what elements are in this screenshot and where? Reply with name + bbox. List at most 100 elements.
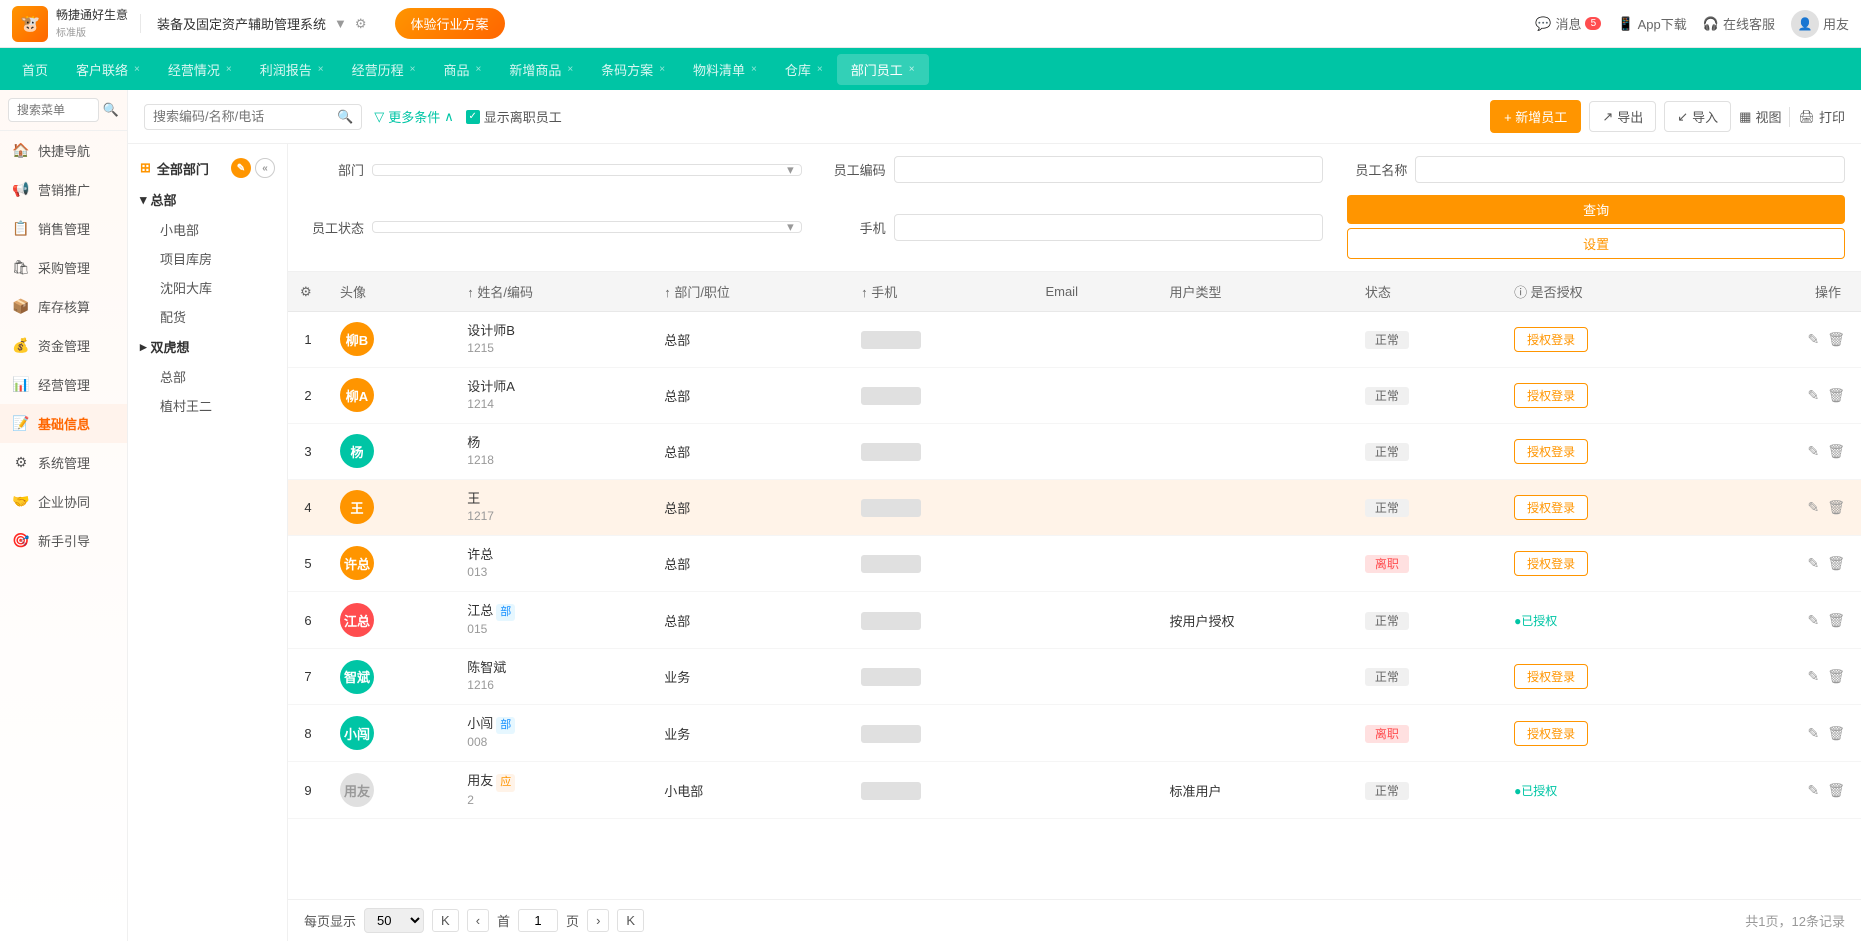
sidebar-item-inventory[interactable]: 📦 库存核算 <box>0 287 127 326</box>
sidebar-item-basic-info[interactable]: 📝 基础信息 <box>0 404 127 443</box>
th-settings[interactable]: ⚙ <box>288 272 328 312</box>
first-page-button[interactable]: K <box>432 909 459 932</box>
tab-bom[interactable]: 物料清单× <box>679 54 771 85</box>
sidebar-item-quicknav[interactable]: 🏠 快捷导航 <box>0 131 127 170</box>
print-button[interactable]: 🖨 打印 <box>1798 107 1845 126</box>
sidebar-item-sales[interactable]: 📋 销售管理 <box>0 209 127 248</box>
delete-icon[interactable]: 🗑 <box>1827 612 1845 629</box>
sidebar-item-collab[interactable]: 🤝 企业协同 <box>0 482 127 521</box>
dept-planting[interactable]: 植村王二 <box>128 391 287 420</box>
delete-icon[interactable]: 🗑 <box>1827 725 1845 742</box>
sidebar-item-guide[interactable]: 🎯 新手引导 <box>0 521 127 560</box>
edit-icon[interactable]: ✎ <box>1807 499 1819 516</box>
th-name[interactable]: ↑ 姓名/编码 <box>455 272 652 312</box>
last-page-button[interactable]: K <box>617 909 644 932</box>
more-conditions-btn[interactable]: ▽ 更多条件 ∧ <box>374 107 454 126</box>
dept-collapse-btn[interactable]: « <box>255 158 275 178</box>
sidebar-item-finance[interactable]: 💰 资金管理 <box>0 326 127 365</box>
dept-tree-general[interactable]: ▾ 总部 <box>128 184 287 215</box>
search-input[interactable] <box>153 109 333 124</box>
delete-icon[interactable]: 🗑 <box>1827 499 1845 516</box>
sidebar-item-marketing[interactable]: 📢 营销推广 <box>0 170 127 209</box>
page-number-input[interactable] <box>518 909 558 932</box>
app-download-item[interactable]: 📱 App下载 <box>1617 14 1686 33</box>
delete-icon[interactable]: 🗑 <box>1827 782 1845 799</box>
th-dept[interactable]: ↑ 部门/职位 <box>652 272 849 312</box>
edit-icon[interactable]: ✎ <box>1807 443 1819 460</box>
delete-icon[interactable]: 🗑 <box>1827 331 1845 348</box>
export-button[interactable]: ↗ 导出 <box>1589 101 1656 132</box>
search-button[interactable]: 查询 <box>1347 195 1845 224</box>
row-dept: 总部 <box>652 367 849 423</box>
th-phone[interactable]: ↑ 手机 <box>849 272 1033 312</box>
tab-home[interactable]: 首页 <box>8 54 62 85</box>
emp-status-select[interactable] <box>372 221 802 233</box>
edit-icon[interactable]: ✎ <box>1807 725 1819 742</box>
tab-dept-emp[interactable]: 部门员工× <box>837 54 929 85</box>
row-auth: 授权登录 <box>1502 423 1717 479</box>
system-dropdown-icon[interactable]: ▼ <box>334 16 347 31</box>
delete-icon[interactable]: 🗑 <box>1827 555 1845 572</box>
tab-customer[interactable]: 客户联络× <box>62 54 154 85</box>
sidebar-item-system[interactable]: ⚙ 系统管理 <box>0 443 127 482</box>
auth-button[interactable]: 授权登录 <box>1514 495 1588 520</box>
row-ops: ✎ 🗑 <box>1717 423 1861 479</box>
search-wrap: 🔍 <box>144 104 362 130</box>
tab-goods[interactable]: 商品× <box>429 54 495 85</box>
tab-warehouse[interactable]: 仓库× <box>771 54 837 85</box>
auth-button[interactable]: 授权登录 <box>1514 721 1588 746</box>
import-icon: ↙ <box>1677 109 1688 125</box>
set-button[interactable]: 设置 <box>1347 228 1845 259</box>
page-size-select[interactable]: 50 100 <box>364 908 424 933</box>
sidebar-search-icon[interactable]: 🔍 <box>103 102 119 118</box>
sidebar-search-input[interactable] <box>8 98 99 122</box>
tab-profit[interactable]: 利润报告× <box>246 54 338 85</box>
message-item[interactable]: 💬 消息 5 <box>1535 14 1601 33</box>
dept-small-elec[interactable]: 小电部 <box>128 215 287 244</box>
show-resign-checkbox[interactable]: ✓ 显示离职员工 <box>466 107 562 126</box>
delete-icon[interactable]: 🗑 <box>1827 387 1845 404</box>
dept-project-room[interactable]: 项目库房 <box>128 244 287 273</box>
edit-icon[interactable]: ✎ <box>1807 331 1819 348</box>
edit-icon[interactable]: ✎ <box>1807 782 1819 799</box>
online-service-item[interactable]: 🎧 在线客服 <box>1703 14 1775 33</box>
add-employee-button[interactable]: + 新增员工 <box>1490 100 1581 133</box>
edit-icon[interactable]: ✎ <box>1807 612 1819 629</box>
dept-hq[interactable]: 总部 <box>128 362 287 391</box>
settings-icon[interactable]: ⚙ <box>355 16 367 32</box>
dept-dispatch[interactable]: 配货 <box>128 302 287 331</box>
auth-button[interactable]: 授权登录 <box>1514 664 1588 689</box>
dept-edit-btn[interactable]: ✎ <box>231 158 251 178</box>
phone-input[interactable] <box>894 214 1324 241</box>
dept-shenyang[interactable]: 沈阳大库 <box>128 273 287 302</box>
auth-button[interactable]: 授权登录 <box>1514 383 1588 408</box>
delete-icon[interactable]: 🗑 <box>1827 443 1845 460</box>
next-page-button[interactable]: › <box>587 909 609 932</box>
tab-new-goods[interactable]: 新增商品× <box>495 54 587 85</box>
avatar: 柳B <box>340 322 374 356</box>
emp-code-input[interactable] <box>894 156 1324 183</box>
auth-button[interactable]: 授权登录 <box>1514 439 1588 464</box>
auth-button[interactable]: 授权登录 <box>1514 327 1588 352</box>
sidebar-item-management[interactable]: 📊 经营管理 <box>0 365 127 404</box>
delete-icon[interactable]: 🗑 <box>1827 668 1845 685</box>
user-area[interactable]: 👤 用友 <box>1791 10 1849 38</box>
tab-barcode[interactable]: 条码方案× <box>587 54 679 85</box>
auth-button[interactable]: 授权登录 <box>1514 551 1588 576</box>
tab-business[interactable]: 经营情况× <box>154 54 246 85</box>
employee-code: 1217 <box>467 508 640 525</box>
edit-icon[interactable]: ✎ <box>1807 668 1819 685</box>
import-button[interactable]: ↙ 导入 <box>1664 101 1731 132</box>
view-button[interactable]: ▦ 视图 <box>1739 107 1781 126</box>
trial-button[interactable]: 体验行业方案 <box>395 8 505 39</box>
prev-page-button[interactable]: ‹ <box>467 909 489 932</box>
edit-icon[interactable]: ✎ <box>1807 555 1819 572</box>
dept-select[interactable] <box>372 164 802 176</box>
sidebar-item-purchase[interactable]: 🛍 采购管理 <box>0 248 127 287</box>
status-badge: 正常 <box>1365 612 1409 630</box>
emp-name-input[interactable] <box>1415 156 1845 183</box>
dept-tree-double[interactable]: ▸ 双虎想 <box>128 331 287 362</box>
edit-icon[interactable]: ✎ <box>1807 387 1819 404</box>
row-avatar: 江总 <box>328 591 455 648</box>
tab-history[interactable]: 经营历程× <box>338 54 430 85</box>
